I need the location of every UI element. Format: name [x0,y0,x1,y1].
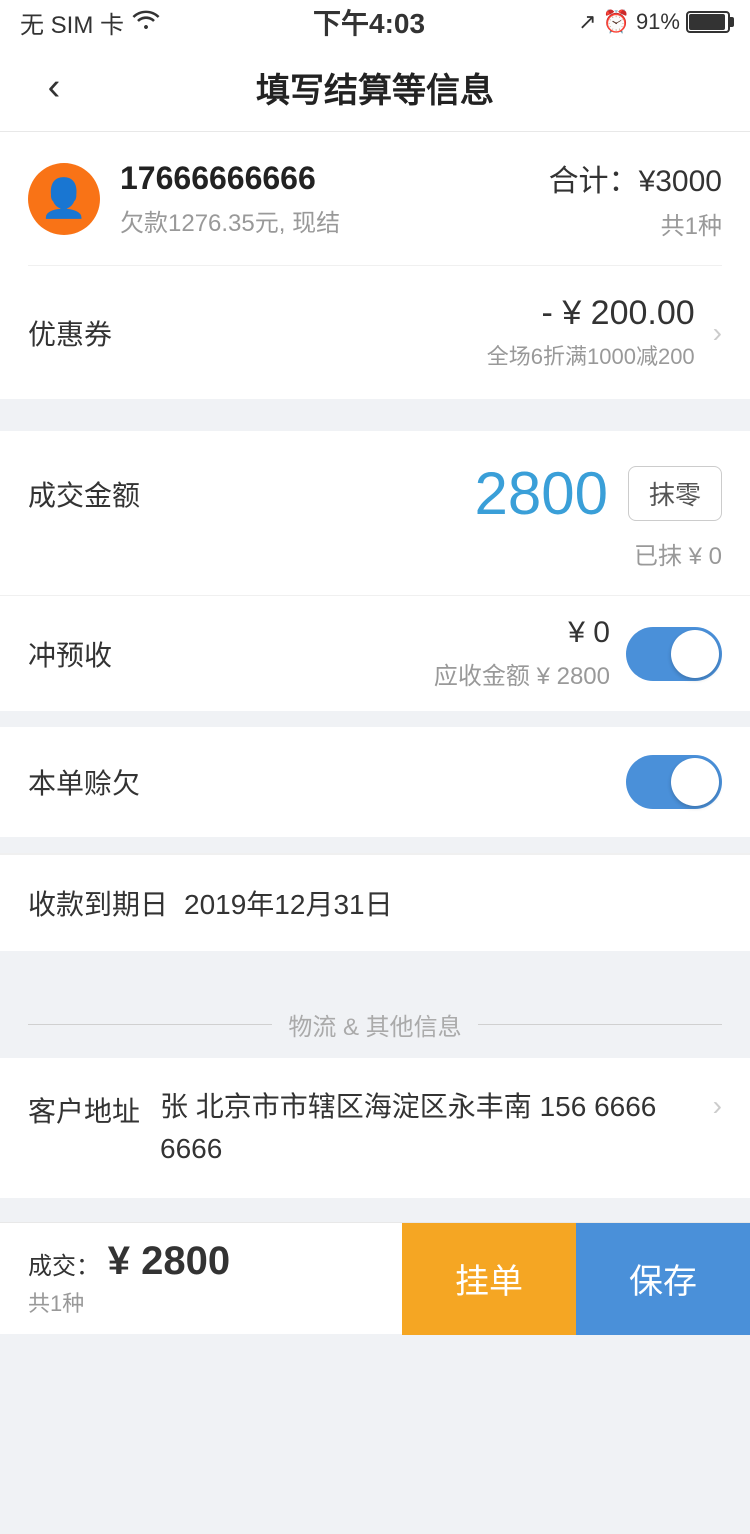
amount-sub: 已抹 ¥ 0 [28,536,722,595]
amount-label: 成交金额 [28,474,140,514]
status-time: 下午4:03 [313,2,425,42]
battery-icon [686,11,730,33]
debit-label: 本单赊欠 [28,762,140,802]
toggle-knob [671,630,719,678]
battery-percent: 91% [636,9,680,35]
debit-toggle-knob [671,758,719,806]
gray-separator-2 [0,711,750,727]
footer-count: 共1种 [28,1286,374,1318]
charge-section: 冲预收 ¥ 0 应收金额 ¥ 2800 [0,595,750,711]
sim-label: 无 SIM 卡 [20,5,124,40]
coupon-right: - ¥ 200.00 全场6折满1000减200 › [487,294,722,371]
amount-value: 2800 [475,459,608,528]
charge-label: 冲预收 [28,634,112,674]
address-section[interactable]: 客户地址 张 北京市市辖区海淀区永丰南 156 6666 6666 › [0,1058,750,1198]
charge-right: ¥ 0 应收金额 ¥ 2800 [434,616,722,691]
address-value: 张 北京市市辖区海淀区永丰南 156 6666 6666 [160,1086,705,1170]
coupon-label: 优惠券 [28,313,112,353]
customer-info: 17666666666 欠款1276.35元, 现结 [120,160,549,238]
section-divider-text: 物流 & 其他信息 [288,1007,461,1042]
footer-amount: ¥ 2800 [108,1239,230,1283]
amount-row: 成交金额 2800 抹零 [28,459,722,536]
status-right: ↗ ⏰ 91% [578,9,730,35]
customer-row: 👤 17666666666 欠款1276.35元, 现结 合计：¥3000 共1… [0,132,750,265]
debit-toggle[interactable] [626,755,722,809]
gray-separator-1 [0,415,750,431]
duedate-value: 2019年12月31日 [184,883,393,923]
status-left: 无 SIM 卡 [20,5,160,40]
divider-line-right [478,1024,722,1025]
customer-debt: 欠款1276.35元, 现结 [120,203,549,238]
status-bar: 无 SIM 卡 下午4:03 ↗ ⏰ 91% [0,0,750,44]
save-button[interactable]: 保存 [576,1223,750,1335]
customer-phone: 17666666666 [120,160,549,197]
footer-deal-label: 成交： [28,1253,100,1280]
charge-sub: 应收金额 ¥ 2800 [434,656,610,691]
avatar: 👤 [28,163,100,235]
footer-info: 成交： ¥ 2800 共1种 [0,1239,402,1318]
round-zero-button[interactable]: 抹零 [628,466,722,521]
coupon-text: - ¥ 200.00 全场6折满1000减200 [487,294,695,371]
address-label: 客户地址 [28,1090,140,1130]
amount-section: 成交金额 2800 抹零 已抹 ¥ 0 [0,431,750,595]
charge-amount: ¥ 0 [434,616,610,650]
charge-amount-wrap: ¥ 0 应收金额 ¥ 2800 [434,616,610,691]
hold-button[interactable]: 挂单 [402,1223,576,1335]
back-chevron-icon: ‹ [48,66,61,109]
divider-line-left [28,1024,272,1025]
debit-section: 本单赊欠 [0,727,750,837]
total-amount: 合计：¥3000 [549,156,722,200]
customer-total: 合计：¥3000 共1种 [549,156,722,241]
address-chevron-icon: › [713,1090,722,1122]
customer-card: 👤 17666666666 欠款1276.35元, 现结 合计：¥3000 共1… [0,132,750,399]
coupon-discount: - ¥ 200.00 [487,294,695,333]
coupon-chevron-icon: › [713,317,722,349]
charge-row: 冲预收 ¥ 0 应收金额 ¥ 2800 [28,616,722,691]
gray-separator-3 [0,967,750,991]
total-count: 共1种 [549,206,722,241]
page-title: 填写结算等信息 [256,63,494,112]
amount-card: 成交金额 2800 抹零 已抹 ¥ 0 冲预收 ¥ 0 应收金额 ¥ 2800 [0,431,750,711]
alarm-icon: ⏰ [603,9,630,35]
back-button[interactable]: ‹ [24,58,84,118]
duedate-label: 收款到期日 [28,883,168,923]
location-icon: ↗ [578,9,596,35]
section-divider: 物流 & 其他信息 [0,991,750,1058]
footer-deal-row: 成交： ¥ 2800 [28,1239,374,1284]
charge-toggle[interactable] [626,627,722,681]
coupon-desc: 全场6折满1000减200 [487,339,695,371]
amount-value-wrap: 2800 抹零 [475,459,723,528]
nav-bar: ‹ 填写结算等信息 [0,44,750,132]
bottom-bar: 成交： ¥ 2800 共1种 挂单 保存 [0,1222,750,1334]
user-icon: 👤 [40,177,87,221]
coupon-row[interactable]: 优惠券 - ¥ 200.00 全场6折满1000减200 › [0,266,750,399]
wifi-icon [132,8,160,37]
duedate-section: 收款到期日 2019年12月31日 [0,854,750,951]
